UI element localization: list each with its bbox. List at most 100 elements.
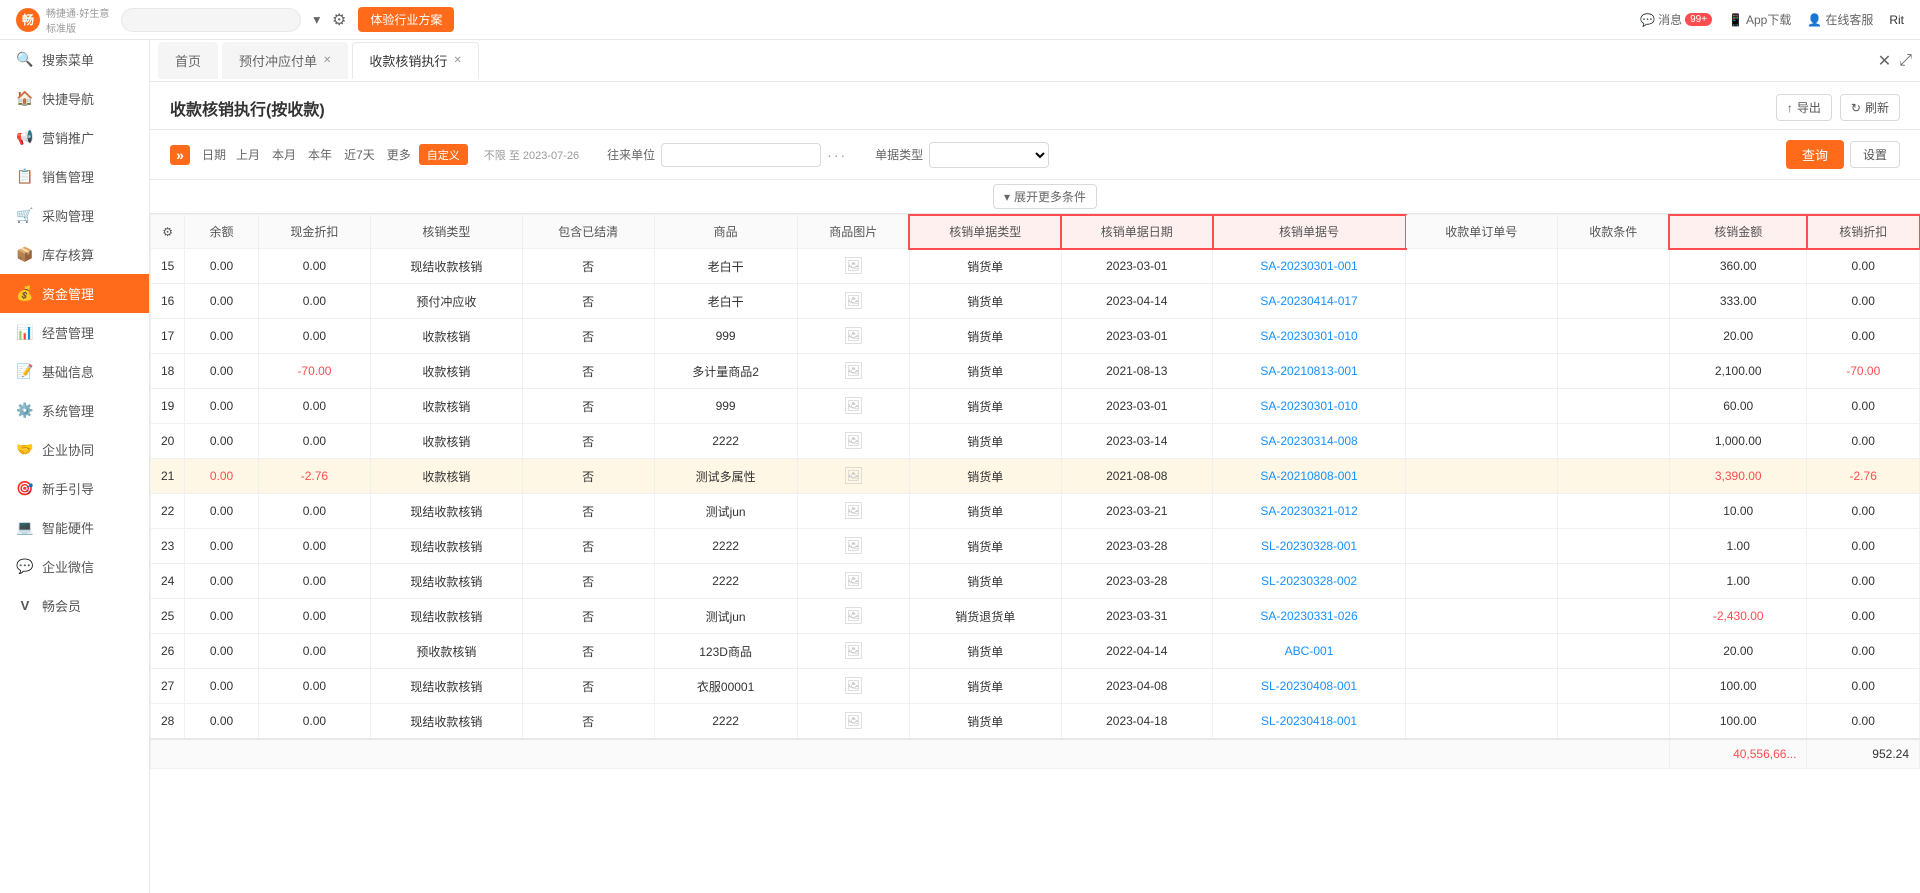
sidebar-label-quick-nav: 快捷导航: [42, 89, 94, 108]
tab-verify[interactable]: 收款核销执行 ✕: [352, 42, 478, 79]
messages-icon[interactable]: 💬 消息 99+: [1640, 11, 1712, 28]
industry-solution-button[interactable]: 体验行业方案: [358, 7, 454, 32]
export-button[interactable]: ↑ 导出: [1776, 94, 1832, 121]
cell-id: 15: [151, 249, 185, 284]
sidebar-label-wechat: 企业微信: [42, 557, 94, 576]
table-container[interactable]: ⚙ 余额 现金折扣 核销类型 包含已结清 商品 商品图片 核销单据类型 核销单据…: [150, 214, 1920, 893]
from-unit-input[interactable]: [661, 143, 821, 167]
settings-gear-button[interactable]: ⚙: [332, 10, 346, 30]
cell-order-no: [1406, 529, 1558, 564]
cell-doc-no-link[interactable]: SA-20230331-026: [1260, 609, 1357, 623]
top-bar-left: 畅 畅捷通·好生意 标准版 ▾ ⚙ 体验行业方案: [16, 5, 454, 35]
cell-doc-no[interactable]: SA-20210808-001: [1213, 459, 1406, 494]
cell-doc-no-link[interactable]: SA-20230301-001: [1260, 259, 1357, 273]
expand-more-button[interactable]: ▾ 展开更多条件: [993, 184, 1097, 209]
tab-prepay[interactable]: 预付冲应付单 ✕: [222, 42, 348, 79]
sidebar-item-finance[interactable]: 💰 资金管理: [0, 274, 149, 313]
tab-restore-button[interactable]: ⤢: [1899, 51, 1912, 71]
cell-product-img: 🖼: [797, 494, 909, 529]
expand-icon-button[interactable]: »: [170, 145, 190, 165]
cell-doc-type: 销货单: [909, 459, 1061, 494]
cell-doc-no-link[interactable]: SL-20230328-002: [1261, 574, 1357, 588]
cell-doc-no[interactable]: SL-20230418-001: [1213, 704, 1406, 740]
cell-id: 25: [151, 599, 185, 634]
cell-doc-no[interactable]: SA-20210813-001: [1213, 354, 1406, 389]
refresh-button[interactable]: ↻ 刷新: [1840, 94, 1900, 121]
tab-prepay-close[interactable]: ✕: [323, 55, 331, 66]
cell-order-no: [1406, 599, 1558, 634]
filter-setting-button[interactable]: 设置: [1850, 141, 1900, 168]
marketing-icon: 📢: [16, 129, 34, 147]
cell-doc-no[interactable]: SL-20230328-002: [1213, 564, 1406, 599]
sidebar-item-base-info[interactable]: 📝 基础信息: [0, 352, 149, 391]
cell-doc-no-link[interactable]: SA-20230301-010: [1260, 399, 1357, 413]
cell-doc-no[interactable]: SL-20230408-001: [1213, 669, 1406, 704]
sidebar-item-system[interactable]: ⚙️ 系统管理: [0, 391, 149, 430]
app-download-link[interactable]: 📱 App下载: [1728, 11, 1791, 28]
cell-doc-no-link[interactable]: SL-20230328-001: [1261, 539, 1357, 553]
cell-condition: [1557, 634, 1669, 669]
footer-discount-total: 952.24: [1807, 739, 1920, 769]
search-input[interactable]: [121, 8, 301, 32]
cell-doc-no[interactable]: SL-20230328-001: [1213, 529, 1406, 564]
online-service-link[interactable]: 👤 在线客服: [1807, 11, 1873, 28]
cell-doc-no[interactable]: SA-20230321-012: [1213, 494, 1406, 529]
cell-doc-no[interactable]: ABC-001: [1213, 634, 1406, 669]
date-link-this-month[interactable]: 本月: [268, 144, 300, 165]
cell-doc-no[interactable]: SA-20230301-001: [1213, 249, 1406, 284]
cell-doc-no-link[interactable]: ABC-001: [1285, 644, 1334, 658]
date-link-this-year[interactable]: 本年: [304, 144, 336, 165]
sidebar-item-inventory[interactable]: 📦 库存核算: [0, 235, 149, 274]
tab-close-all-button[interactable]: ✕: [1878, 51, 1891, 71]
sidebar-item-quick-nav[interactable]: 🏠 快捷导航: [0, 79, 149, 118]
sidebar-item-guide[interactable]: 🎯 新手引导: [0, 469, 149, 508]
date-link-7days[interactable]: 近7天: [340, 144, 379, 165]
sidebar-item-hardware[interactable]: 💻 智能硬件: [0, 508, 149, 547]
cell-doc-no-link[interactable]: SA-20230414-017: [1260, 294, 1357, 308]
cell-doc-no[interactable]: SA-20230301-010: [1213, 389, 1406, 424]
cell-condition: [1557, 424, 1669, 459]
cell-product: 衣服00001: [654, 669, 797, 704]
cell-doc-no-link[interactable]: SA-20210808-001: [1260, 469, 1357, 483]
sidebar-item-member[interactable]: V 畅会员: [0, 586, 149, 625]
cell-doc-no[interactable]: SA-20230301-010: [1213, 319, 1406, 354]
cell-order-no: [1406, 354, 1558, 389]
date-link-more[interactable]: 更多: [383, 144, 415, 165]
voucher-type-select[interactable]: [929, 142, 1049, 168]
cell-discount: 0.00: [1807, 704, 1920, 740]
cell-doc-no-link[interactable]: SL-20230418-001: [1261, 714, 1357, 728]
cell-doc-no[interactable]: SA-20230331-026: [1213, 599, 1406, 634]
cell-verify-type: 收款核销: [371, 319, 523, 354]
sidebar-item-sales[interactable]: 📋 销售管理: [0, 157, 149, 196]
cell-doc-no[interactable]: SA-20230414-017: [1213, 284, 1406, 319]
cell-doc-no-link[interactable]: SA-20230301-010: [1260, 329, 1357, 343]
sidebar-item-purchase[interactable]: 🛒 采购管理: [0, 196, 149, 235]
sidebar-item-search[interactable]: 🔍 搜索菜单: [0, 40, 149, 79]
tab-home[interactable]: 首页: [158, 42, 218, 79]
cell-doc-no-link[interactable]: SA-20210813-001: [1260, 364, 1357, 378]
cell-amount: 10.00: [1669, 494, 1806, 529]
cell-doc-no-link[interactable]: SA-20230321-012: [1260, 504, 1357, 518]
cell-product: 2222: [654, 424, 797, 459]
custom-date-button[interactable]: 自定义: [419, 144, 468, 165]
cell-order-no: [1406, 459, 1558, 494]
sidebar-label-search: 搜索菜单: [42, 50, 94, 69]
cell-balance: 0.00: [185, 564, 258, 599]
query-button[interactable]: 查询: [1786, 140, 1844, 169]
cell-cash-discount: 0.00: [258, 634, 370, 669]
sidebar-item-operations[interactable]: 📊 经营管理: [0, 313, 149, 352]
tab-verify-close[interactable]: ✕: [453, 55, 461, 66]
cell-included-settled: 否: [522, 704, 654, 740]
sidebar-item-marketing[interactable]: 📢 营销推广: [0, 118, 149, 157]
date-link-last-month[interactable]: 上月: [232, 144, 264, 165]
cell-doc-no-link[interactable]: SA-20230314-008: [1260, 434, 1357, 448]
cell-balance: 0.00: [185, 599, 258, 634]
sidebar-item-wechat[interactable]: 💬 企业微信: [0, 547, 149, 586]
col-settings[interactable]: ⚙: [151, 215, 185, 249]
cell-doc-no-link[interactable]: SL-20230408-001: [1261, 679, 1357, 693]
cell-order-no: [1406, 424, 1558, 459]
cell-doc-no[interactable]: SA-20230314-008: [1213, 424, 1406, 459]
cell-doc-type: 销货单: [909, 424, 1061, 459]
dropdown-chevron-button[interactable]: ▾: [313, 12, 320, 28]
sidebar-item-collab[interactable]: 🤝 企业协同: [0, 430, 149, 469]
